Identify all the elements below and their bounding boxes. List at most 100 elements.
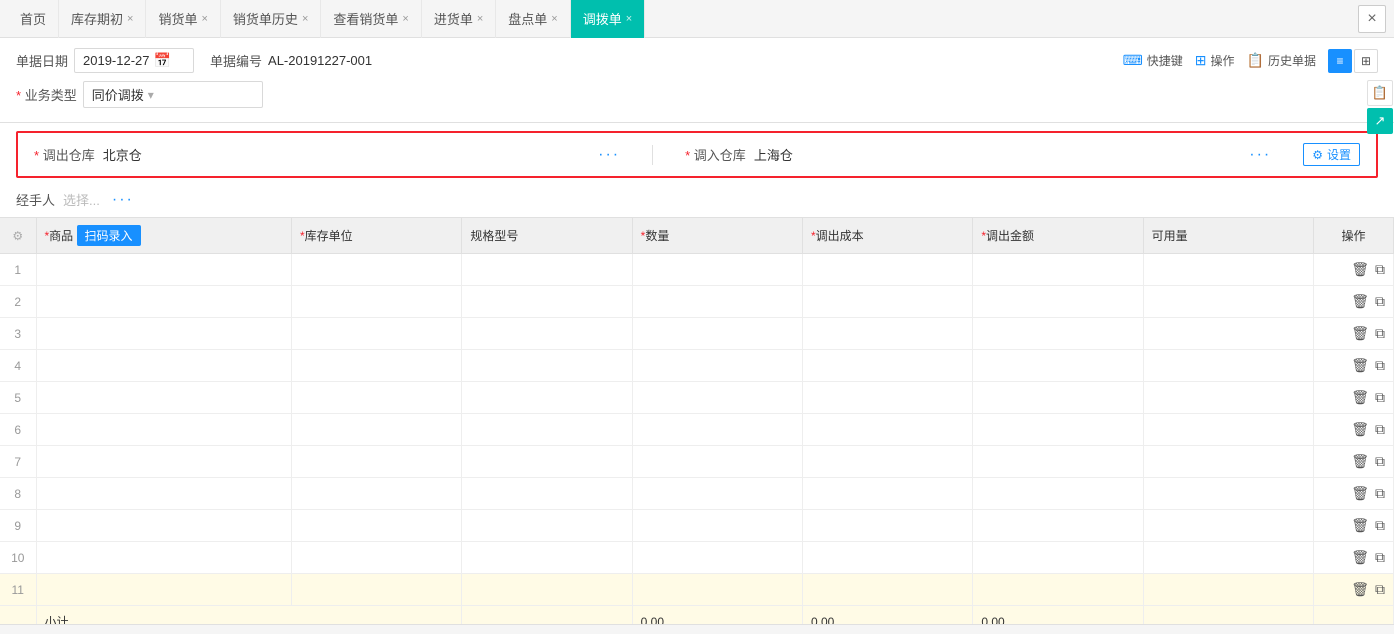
row-available-7[interactable]: [1143, 446, 1313, 478]
copy-icon-1[interactable]: ⧉: [1375, 261, 1385, 278]
row-unit-3[interactable]: [292, 318, 462, 350]
tab-home[interactable]: 首页: [8, 0, 59, 38]
calendar-icon[interactable]: 📅: [154, 52, 171, 69]
row-product-6[interactable]: [36, 414, 292, 446]
row-cost-1[interactable]: [802, 254, 972, 286]
row-amount-5[interactable]: [973, 382, 1143, 414]
row-cost-2[interactable]: [802, 286, 972, 318]
row-spec-10[interactable]: [462, 542, 632, 574]
delete-icon-5[interactable]: 🗑: [1351, 389, 1369, 406]
copy-icon-2[interactable]: ⧉: [1375, 293, 1385, 310]
row-spec-11[interactable]: [462, 574, 632, 606]
delete-icon-3[interactable]: 🗑: [1351, 325, 1369, 342]
business-type-arrow[interactable]: ▾: [148, 88, 154, 102]
row-spec-2[interactable]: [462, 286, 632, 318]
row-qty-2[interactable]: [632, 286, 802, 318]
row-available-8[interactable]: [1143, 478, 1313, 510]
tab-purchase[interactable]: 进货单 ×: [422, 0, 496, 38]
row-unit-2[interactable]: [292, 286, 462, 318]
row-cost-6[interactable]: [802, 414, 972, 446]
delete-icon-2[interactable]: 🗑: [1351, 293, 1369, 310]
row-unit-11[interactable]: [292, 574, 462, 606]
delete-icon-1[interactable]: 🗑: [1351, 261, 1369, 278]
row-qty-6[interactable]: [632, 414, 802, 446]
row-spec-7[interactable]: [462, 446, 632, 478]
row-qty-11[interactable]: [632, 574, 802, 606]
row-amount-10[interactable]: [973, 542, 1143, 574]
tab-purchase-close[interactable]: ×: [477, 13, 483, 25]
row-qty-4[interactable]: [632, 350, 802, 382]
bottom-scrollbar[interactable]: [0, 624, 1394, 634]
row-amount-9[interactable]: [973, 510, 1143, 542]
copy-icon-8[interactable]: ⧉: [1375, 485, 1385, 502]
row-product-8[interactable]: [36, 478, 292, 510]
tab-sales-order-close[interactable]: ×: [201, 13, 207, 25]
row-amount-8[interactable]: [973, 478, 1143, 510]
row-spec-9[interactable]: [462, 510, 632, 542]
delete-icon-10[interactable]: 🗑: [1351, 549, 1369, 566]
delete-icon-11[interactable]: 🗑: [1351, 581, 1369, 598]
tab-sales-order[interactable]: 销货单 ×: [146, 0, 220, 38]
row-product-4[interactable]: [36, 350, 292, 382]
copy-icon-10[interactable]: ⧉: [1375, 549, 1385, 566]
row-available-9[interactable]: [1143, 510, 1313, 542]
delete-icon-8[interactable]: 🗑: [1351, 485, 1369, 502]
row-unit-8[interactable]: [292, 478, 462, 510]
delete-icon-6[interactable]: 🗑: [1351, 421, 1369, 438]
row-amount-11[interactable]: [973, 574, 1143, 606]
row-cost-7[interactable]: [802, 446, 972, 478]
in-warehouse-dots[interactable]: ···: [1249, 146, 1271, 164]
delete-icon-7[interactable]: 🗑: [1351, 453, 1369, 470]
copy-icon-6[interactable]: ⧉: [1375, 421, 1385, 438]
sidebar-external-icon[interactable]: ↗: [1367, 108, 1393, 134]
row-amount-4[interactable]: [973, 350, 1143, 382]
tab-transfer[interactable]: 调拨单 ×: [571, 0, 645, 38]
row-cost-8[interactable]: [802, 478, 972, 510]
tab-stocktake[interactable]: 盘点单 ×: [496, 0, 570, 38]
in-warehouse-value[interactable]: 上海仓: [754, 145, 1241, 164]
row-amount-2[interactable]: [973, 286, 1143, 318]
row-spec-6[interactable]: [462, 414, 632, 446]
row-product-5[interactable]: [36, 382, 292, 414]
row-unit-7[interactable]: [292, 446, 462, 478]
tab-inventory-init[interactable]: 库存期初 ×: [59, 0, 146, 38]
tab-view-sales-close[interactable]: ×: [402, 13, 408, 25]
row-available-4[interactable]: [1143, 350, 1313, 382]
row-qty-1[interactable]: [632, 254, 802, 286]
row-available-2[interactable]: [1143, 286, 1313, 318]
tab-inventory-init-close[interactable]: ×: [127, 13, 133, 25]
row-available-10[interactable]: [1143, 542, 1313, 574]
grid-view-button[interactable]: ⊞: [1354, 49, 1378, 73]
row-product-1[interactable]: [36, 254, 292, 286]
handler-input[interactable]: 选择...: [63, 190, 100, 209]
tab-stocktake-close[interactable]: ×: [551, 13, 557, 25]
row-qty-3[interactable]: [632, 318, 802, 350]
row-product-10[interactable]: [36, 542, 292, 574]
row-unit-4[interactable]: [292, 350, 462, 382]
row-product-11[interactable]: [36, 574, 292, 606]
row-cost-11[interactable]: [802, 574, 972, 606]
row-cost-4[interactable]: [802, 350, 972, 382]
row-available-6[interactable]: [1143, 414, 1313, 446]
settings-button[interactable]: ⚙ 设置: [1303, 143, 1360, 166]
row-qty-9[interactable]: [632, 510, 802, 542]
sidebar-notes-icon[interactable]: 📋: [1367, 80, 1393, 106]
row-cost-9[interactable]: [802, 510, 972, 542]
row-amount-6[interactable]: [973, 414, 1143, 446]
column-settings-icon[interactable]: ⚙: [12, 229, 23, 243]
row-product-2[interactable]: [36, 286, 292, 318]
close-all-tabs-button[interactable]: ×: [1358, 5, 1386, 33]
row-unit-9[interactable]: [292, 510, 462, 542]
row-spec-8[interactable]: [462, 478, 632, 510]
row-cost-10[interactable]: [802, 542, 972, 574]
handler-dots[interactable]: ···: [112, 191, 134, 209]
row-product-3[interactable]: [36, 318, 292, 350]
row-qty-5[interactable]: [632, 382, 802, 414]
row-available-11[interactable]: [1143, 574, 1313, 606]
row-spec-3[interactable]: [462, 318, 632, 350]
row-amount-1[interactable]: [973, 254, 1143, 286]
list-view-button[interactable]: ≡: [1328, 49, 1352, 73]
row-available-3[interactable]: [1143, 318, 1313, 350]
date-input-box[interactable]: 2019-12-27 📅: [74, 48, 194, 73]
row-spec-5[interactable]: [462, 382, 632, 414]
